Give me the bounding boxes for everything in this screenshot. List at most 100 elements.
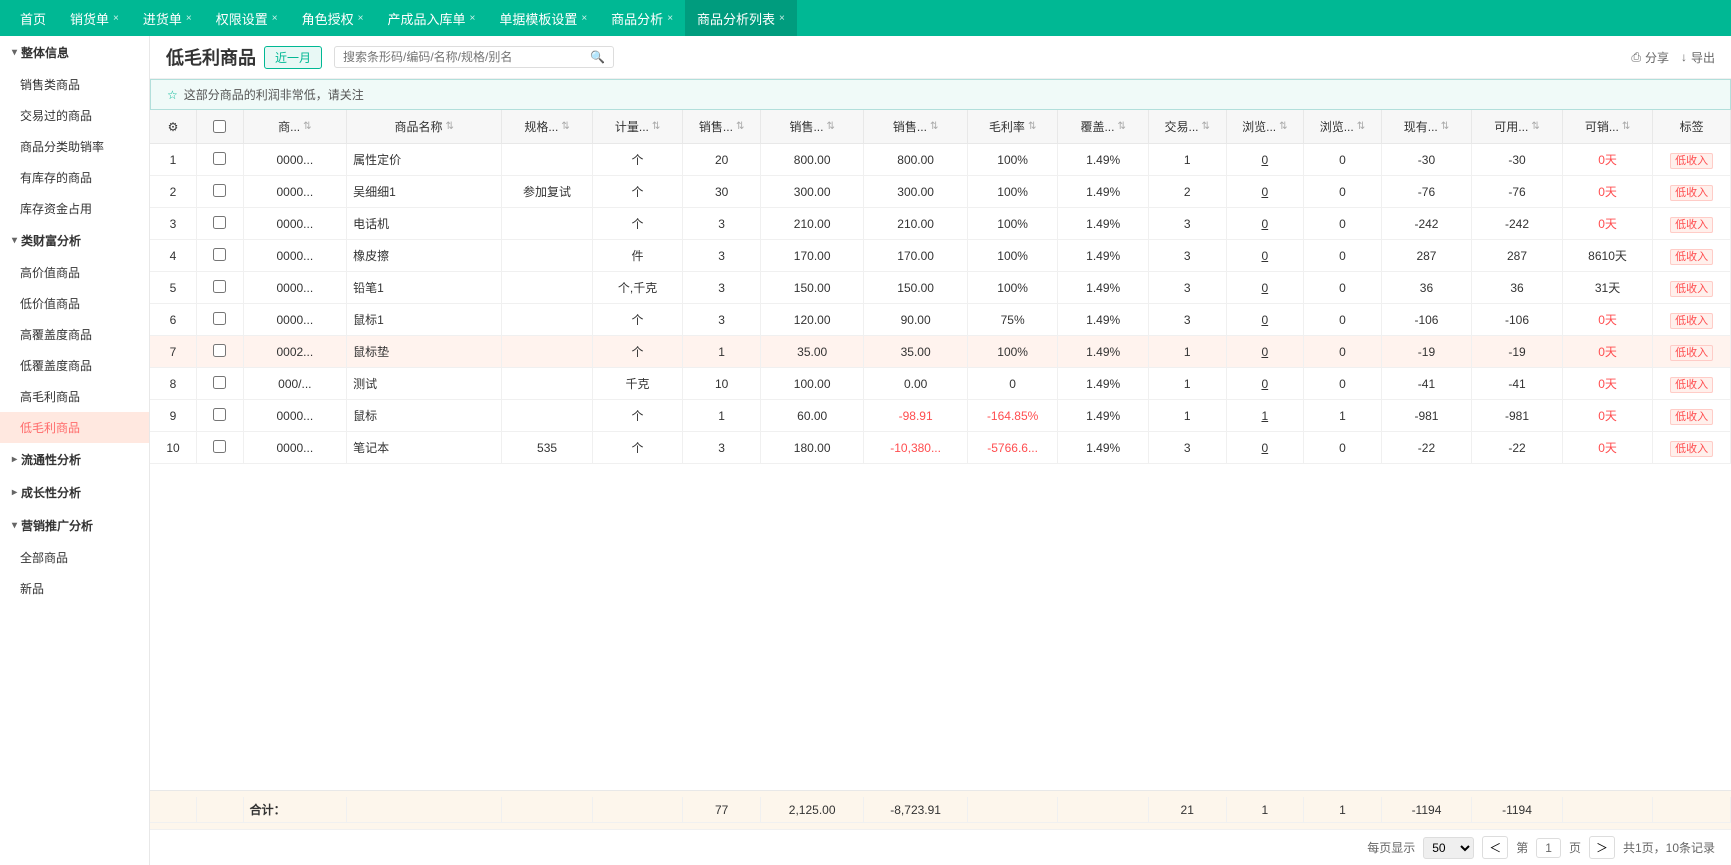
col-spec[interactable]: 规格...⇅ <box>502 110 593 144</box>
row-select-checkbox[interactable] <box>213 248 226 261</box>
nav-home[interactable]: 首页 <box>8 0 58 36</box>
row-checkbox[interactable] <box>197 208 244 240</box>
close-purchase-order-icon[interactable]: × <box>186 13 192 24</box>
filter-recent-month-button[interactable]: 近一月 <box>264 46 322 69</box>
search-icon[interactable]: 🔍 <box>590 50 605 64</box>
sidebar-group-marketing[interactable]: ▾ 营销推广分析 <box>0 509 149 542</box>
col-unit[interactable]: 计量...⇅ <box>592 110 683 144</box>
next-page-button[interactable]: ＞ <box>1589 836 1615 859</box>
row-select-checkbox[interactable] <box>213 152 226 165</box>
row-browse1[interactable]: 0 <box>1226 208 1304 240</box>
sidebar-item-category-rate[interactable]: 商品分类助销率 <box>0 131 149 162</box>
row-browse1[interactable]: 0 <box>1226 304 1304 336</box>
nav-role-auth[interactable]: 角色授权 × <box>290 0 376 36</box>
col-available[interactable]: 可用...⇅ <box>1472 110 1563 144</box>
share-button[interactable]: ⎙ 分享 <box>1631 49 1669 66</box>
search-input[interactable] <box>343 50 586 64</box>
sidebar-item-all-goods[interactable]: 全部商品 <box>0 542 149 573</box>
row-select-checkbox[interactable] <box>213 376 226 389</box>
row-select-checkbox[interactable] <box>213 440 226 453</box>
sidebar-item-high-coverage[interactable]: 高覆盖度商品 <box>0 319 149 350</box>
col-browse2[interactable]: 浏览...⇅ <box>1304 110 1382 144</box>
row-browse1[interactable]: 0 <box>1226 368 1304 400</box>
row-checkbox[interactable] <box>197 176 244 208</box>
nav-template-settings[interactable]: 单据模板设置 × <box>487 0 599 36</box>
row-select-checkbox[interactable] <box>213 280 226 293</box>
prev-page-button[interactable]: ＜ <box>1482 836 1508 859</box>
sidebar-group-overall[interactable]: ▾ 整体信息 <box>0 36 149 69</box>
sidebar-item-low-coverage[interactable]: 低覆盖度商品 <box>0 350 149 381</box>
row-spec <box>502 240 593 272</box>
close-product-inbound-icon[interactable]: × <box>469 13 475 24</box>
nav-permissions[interactable]: 权限设置 × <box>204 0 290 36</box>
export-button[interactable]: ↓ 导出 <box>1681 49 1715 66</box>
sidebar-item-stock-goods[interactable]: 有库存的商品 <box>0 162 149 193</box>
col-coverage[interactable]: 覆盖...⇅ <box>1058 110 1149 144</box>
row-browse1[interactable]: 0 <box>1226 144 1304 176</box>
row-tag: 低收入 <box>1653 336 1731 368</box>
row-browse1[interactable]: 0 <box>1226 272 1304 304</box>
row-browse1[interactable]: 1 <box>1226 400 1304 432</box>
row-select-checkbox[interactable] <box>213 216 226 229</box>
close-sales-order-icon[interactable]: × <box>113 13 119 24</box>
col-sellable[interactable]: 可销...⇅ <box>1562 110 1653 144</box>
row-browse1[interactable]: 0 <box>1226 336 1304 368</box>
sidebar-item-high-margin[interactable]: 高毛利商品 <box>0 381 149 412</box>
col-sale-qty[interactable]: 销售...⇅ <box>683 110 761 144</box>
nav-purchase-order[interactable]: 进货单 × <box>131 0 204 36</box>
col-settings[interactable]: ⚙ <box>150 110 197 144</box>
nav-sales-order[interactable]: 销货单 × <box>58 0 131 36</box>
col-gross-margin[interactable]: 毛利率⇅ <box>967 110 1058 144</box>
row-checkbox[interactable] <box>197 304 244 336</box>
row-checkbox[interactable] <box>197 400 244 432</box>
row-no: 7 <box>150 336 197 368</box>
row-select-checkbox[interactable] <box>213 184 226 197</box>
col-code[interactable]: 商...⇅ <box>243 110 346 144</box>
row-browse1[interactable]: 0 <box>1226 176 1304 208</box>
col-sale-amount[interactable]: 销售...⇅ <box>864 110 967 144</box>
row-select-checkbox[interactable] <box>213 344 226 357</box>
close-product-analysis-icon[interactable]: × <box>667 13 673 24</box>
row-browse1[interactable]: 0 <box>1226 240 1304 272</box>
col-sale-price[interactable]: 销售...⇅ <box>760 110 863 144</box>
row-browse1[interactable]: 0 <box>1226 432 1304 464</box>
page-size-select[interactable]: 50 100 200 <box>1423 837 1474 859</box>
table-row: 4 0000... 橡皮擦 件 3 170.00 170.00 100% 1.4… <box>150 240 1731 272</box>
row-checkbox[interactable] <box>197 144 244 176</box>
row-select-checkbox[interactable] <box>213 408 226 421</box>
sidebar-item-sales-goods[interactable]: 销售类商品 <box>0 69 149 100</box>
row-transaction: 3 <box>1148 304 1226 336</box>
row-checkbox[interactable] <box>197 272 244 304</box>
col-checkbox[interactable] <box>197 110 244 144</box>
sidebar-item-new-goods[interactable]: 新品 <box>0 573 149 604</box>
row-sellable: 0天 <box>1562 304 1653 336</box>
sidebar-item-traded-goods[interactable]: 交易过的商品 <box>0 100 149 131</box>
col-name[interactable]: 商品名称⇅ <box>347 110 502 144</box>
sidebar-group-flow[interactable]: ▸ 流通性分析 <box>0 443 149 476</box>
sidebar-item-high-value[interactable]: 高价值商品 <box>0 257 149 288</box>
sidebar-item-stock-capital[interactable]: 库存资金占用 <box>0 193 149 224</box>
nav-product-analysis-list[interactable]: 商品分析列表 × <box>685 0 797 36</box>
col-transaction[interactable]: 交易...⇅ <box>1148 110 1226 144</box>
row-transaction: 1 <box>1148 336 1226 368</box>
row-checkbox[interactable] <box>197 336 244 368</box>
col-browse1[interactable]: 浏览...⇅ <box>1226 110 1304 144</box>
close-product-analysis-list-icon[interactable]: × <box>779 13 785 24</box>
row-checkbox[interactable] <box>197 368 244 400</box>
close-role-auth-icon[interactable]: × <box>358 13 364 24</box>
select-all-checkbox[interactable] <box>213 120 226 133</box>
sidebar-item-low-value[interactable]: 低价值商品 <box>0 288 149 319</box>
row-checkbox[interactable] <box>197 432 244 464</box>
row-checkbox[interactable] <box>197 240 244 272</box>
sidebar-item-low-margin[interactable]: 低毛利商品 <box>0 412 149 443</box>
nav-product-analysis[interactable]: 商品分析 × <box>599 0 685 36</box>
row-select-checkbox[interactable] <box>213 312 226 325</box>
row-gross-margin: 100% <box>967 240 1058 272</box>
close-template-settings-icon[interactable]: × <box>581 13 587 24</box>
nav-product-inbound[interactable]: 产成品入库单 × <box>375 0 487 36</box>
col-tag[interactable]: 标签 <box>1653 110 1731 144</box>
sidebar-group-growth[interactable]: ▸ 成长性分析 <box>0 476 149 509</box>
close-permissions-icon[interactable]: × <box>272 13 278 24</box>
col-current-stock[interactable]: 现有...⇅ <box>1381 110 1472 144</box>
sidebar-group-wealth[interactable]: ▾ 类财富分析 <box>0 224 149 257</box>
